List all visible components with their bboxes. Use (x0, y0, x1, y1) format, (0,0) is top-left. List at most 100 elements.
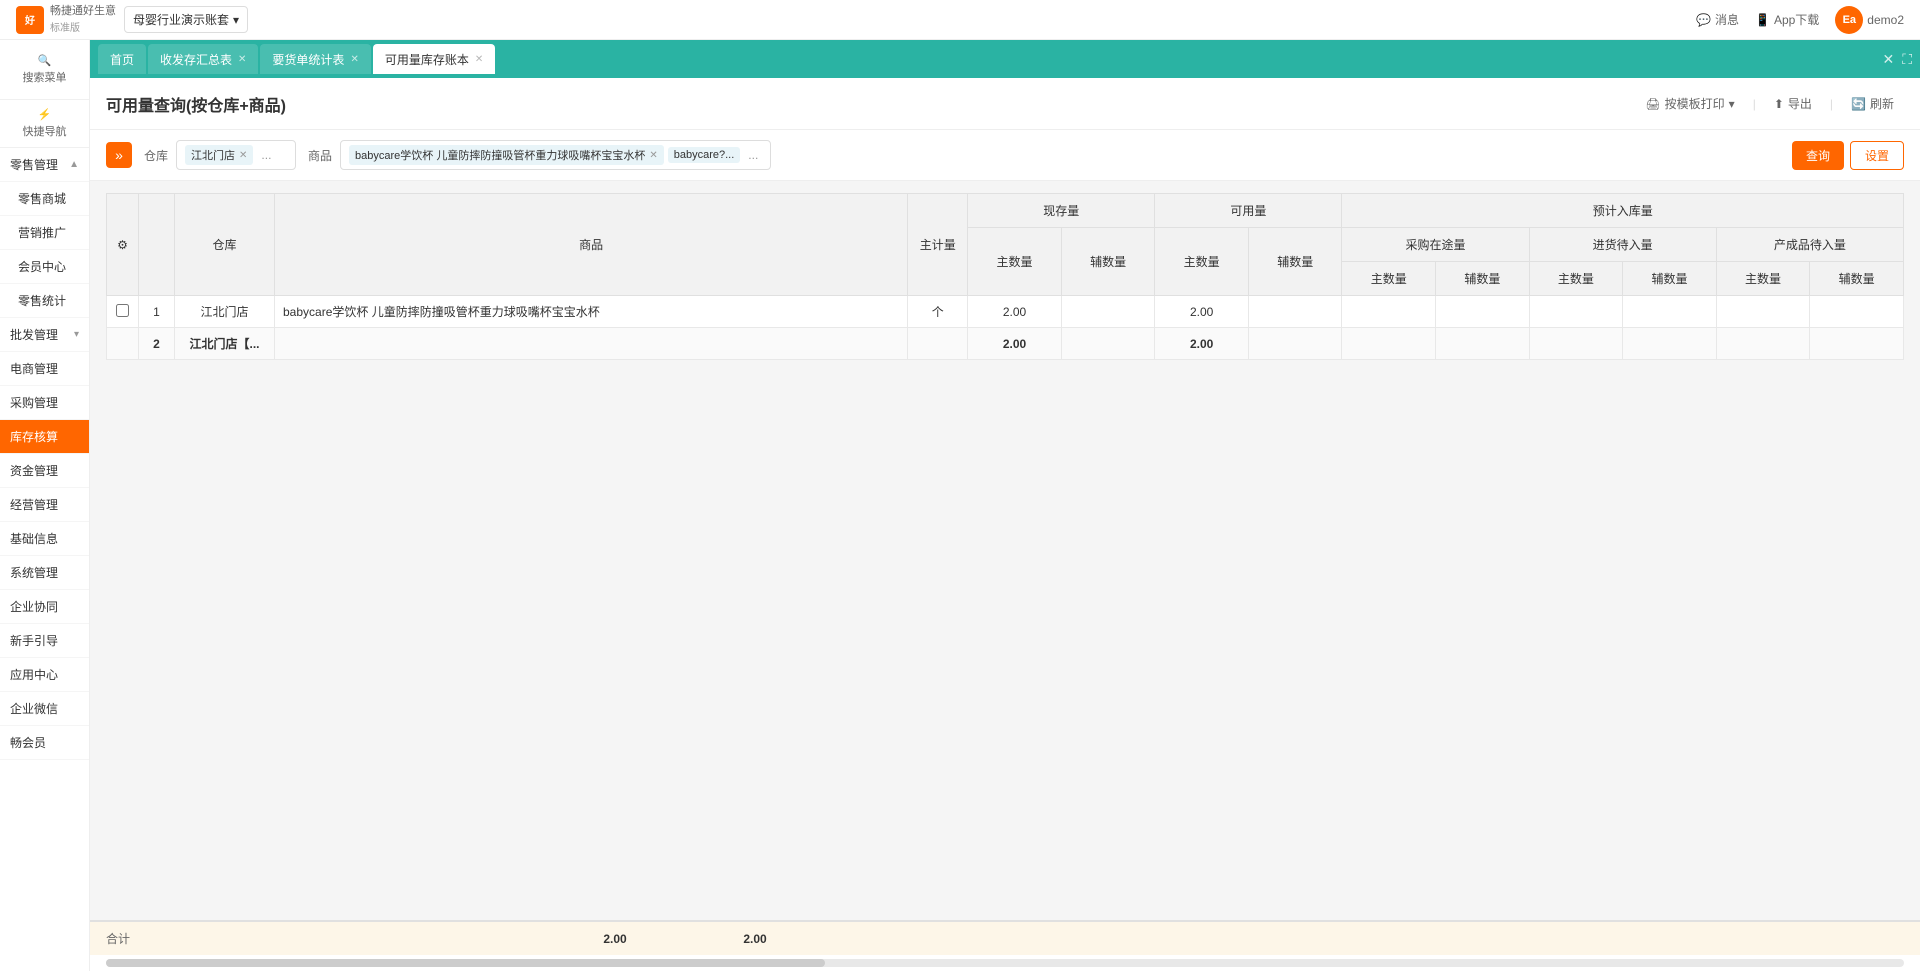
row2-warehouse: 江北门店【... (175, 328, 275, 360)
wholesale-label: 批发管理 (10, 326, 58, 343)
scrollbar-track[interactable] (106, 959, 1904, 967)
marketing-label: 营销推广 (18, 224, 66, 241)
th-incoming-main: 主数量 (1529, 262, 1623, 296)
chevron-right-icon: » (115, 147, 123, 163)
gear-icon[interactable]: ⚙ (117, 238, 128, 252)
data-table: ⚙ 仓库 商品 主计量 现存量 可用量 预计入库量 主数量 辅数 (106, 193, 1904, 360)
th-unit: 主计量 (908, 194, 968, 296)
finance-label: 资金管理 (10, 462, 58, 479)
export-label: 导出 (1788, 95, 1812, 112)
product-more-icon[interactable]: ... (744, 148, 762, 162)
th-settings: ⚙ (107, 194, 139, 296)
tab-receipt-summary[interactable]: 收发存汇总表 ✕ (148, 44, 258, 74)
close-receipt-tab-icon[interactable]: ✕ (238, 54, 246, 65)
sidebar-item-member[interactable]: 会员中心 (0, 250, 89, 284)
username: demo2 (1867, 13, 1904, 27)
sidebar-item-inventory[interactable]: 库存核算 (0, 420, 89, 454)
sidebar-search-area: 🔍 搜索菜单 (0, 40, 89, 100)
sidebar-item-app-center[interactable]: 应用中心 (0, 658, 89, 692)
warehouse-more-icon[interactable]: ... (257, 148, 275, 162)
filter-bar: » 仓库 江北门店 ✕ ... 商品 (90, 130, 1920, 181)
sidebar-item-wholesale[interactable]: 批发管理 ▾ (0, 318, 89, 352)
scrollbar-thumb[interactable] (106, 959, 825, 967)
row1-stock-sub (1061, 296, 1155, 328)
product-tag-close-icon[interactable]: ✕ (649, 150, 657, 161)
quick-nav-btn[interactable]: ⚡ 快捷导航 (0, 100, 89, 148)
row2-stock-main: 2.00 (968, 328, 1062, 360)
sidebar-item-operations[interactable]: 经营管理 (0, 488, 89, 522)
th-forecast-group: 预计入库量 (1342, 194, 1904, 228)
app-download-btn[interactable]: 📱 App下载 (1755, 11, 1819, 28)
sidebar: 🔍 搜索菜单 ⚡ 快捷导航 零售管理 ▲ 零售商城 营销推广 会员中心 零售统计… (0, 40, 90, 971)
th-available-main-1: 主数量 (1155, 228, 1249, 296)
row1-no: 1 (139, 296, 175, 328)
row1-incoming-main (1529, 296, 1623, 328)
sidebar-item-enterprise-wechat[interactable]: 企业微信 (0, 692, 89, 726)
sidebar-item-vip-member[interactable]: 畅会员 (0, 726, 89, 760)
warehouse-filter-input[interactable]: 江北门店 ✕ ... (176, 140, 296, 170)
row1-product: babycare学饮杯 儿童防摔防撞吸管杯重力球吸嘴杯宝宝水杯 (275, 296, 908, 328)
sidebar-item-enterprise[interactable]: 企业协同 (0, 590, 89, 624)
sidebar-item-onboarding[interactable]: 新手引导 (0, 624, 89, 658)
tab-order-stats[interactable]: 要货单统计表 ✕ (260, 44, 370, 74)
divider-1: | (1753, 97, 1756, 111)
export-btn[interactable]: ⬆ 导出 (1764, 90, 1822, 117)
refresh-btn[interactable]: 🔄 刷新 (1841, 90, 1904, 117)
retail-stats-label: 零售统计 (18, 292, 66, 309)
system-label: 系统管理 (10, 564, 58, 581)
message-icon: 💬 (1696, 13, 1711, 27)
nav-icon: ⚡ (38, 108, 52, 121)
sidebar-item-basic[interactable]: 基础信息 (0, 522, 89, 556)
query-btn[interactable]: 查询 (1792, 141, 1844, 170)
th-incoming-sub: 辅数量 (1623, 262, 1717, 296)
search-icon: 🔍 (38, 54, 52, 67)
warehouse-tag-value: 江北门店 (191, 147, 235, 163)
row1-purchase-main (1342, 296, 1436, 328)
tab-home[interactable]: 首页 (98, 44, 146, 74)
main-layout: 🔍 搜索菜单 ⚡ 快捷导航 零售管理 ▲ 零售商城 营销推广 会员中心 零售统计… (0, 40, 1920, 971)
print-label: 按模板打印 (1665, 95, 1725, 112)
close-stock-tab-icon[interactable]: ✕ (475, 54, 483, 65)
sidebar-item-system[interactable]: 系统管理 (0, 556, 89, 590)
footer-label: 合计 (106, 930, 130, 947)
setting-btn[interactable]: 设置 (1850, 141, 1904, 170)
close-order-tab-icon[interactable]: ✕ (350, 54, 358, 65)
product-tag-1: babycare学饮杯 儿童防摔防撞吸管杯重力球吸嘴杯宝宝水杯 ✕ (349, 145, 664, 165)
sidebar-item-retail-stats[interactable]: 零售统计 (0, 284, 89, 318)
row2-available-sub (1248, 328, 1342, 360)
member-label: 会员中心 (18, 258, 66, 275)
sidebar-item-purchase[interactable]: 采购管理 (0, 386, 89, 420)
row2-purchase-sub (1436, 328, 1530, 360)
filter-toggle-btn[interactable]: » (106, 142, 132, 168)
divider-2: | (1830, 97, 1833, 111)
sidebar-item-finance[interactable]: 资金管理 (0, 454, 89, 488)
print-btn[interactable]: 🖨 按模板打印 ▾ (1635, 90, 1744, 117)
row1-check-input[interactable] (116, 304, 129, 317)
search-menu-btn[interactable]: 🔍 搜索菜单 (8, 48, 81, 91)
app-icon: 📱 (1755, 13, 1770, 27)
industry-selector[interactable]: 母婴行业演示账套 ▾ (124, 6, 248, 33)
tab-home-label: 首页 (110, 51, 134, 68)
th-incoming: 进货待入量 (1529, 228, 1716, 262)
basic-label: 基础信息 (10, 530, 58, 547)
warehouse-tag-close-icon[interactable]: ✕ (239, 150, 247, 161)
row2-checkbox (107, 328, 139, 360)
row1-checkbox[interactable] (107, 296, 139, 328)
row2-stock-sub (1061, 328, 1155, 360)
user-menu[interactable]: Ea demo2 (1835, 6, 1904, 34)
sidebar-item-marketing[interactable]: 营销推广 (0, 216, 89, 250)
sidebar-item-retail-shop[interactable]: 零售商城 (0, 182, 89, 216)
sidebar-item-ecommerce[interactable]: 电商管理 (0, 352, 89, 386)
product-filter-input[interactable]: babycare学饮杯 儿童防摔防撞吸管杯重力球吸嘴杯宝宝水杯 ✕ babyca… (340, 140, 771, 170)
page-title: 可用量查询(按仓库+商品) (106, 92, 286, 116)
message-btn[interactable]: 💬 消息 (1696, 11, 1739, 28)
row2-incoming-sub (1623, 328, 1717, 360)
expand-icon[interactable]: ⛶ (1902, 51, 1912, 68)
row2-incoming-main (1529, 328, 1623, 360)
table-row: 1 江北门店 babycare学饮杯 儿童防摔防撞吸管杯重力球吸嘴杯宝宝水杯 个… (107, 296, 1904, 328)
close-all-tabs-icon[interactable]: ✕ (1882, 51, 1894, 68)
logo-text-area: 畅捷通好生意 标准版 (50, 5, 116, 33)
chevron-icon-2: ▾ (74, 329, 79, 340)
tab-available-stock[interactable]: 可用量库存账本 ✕ (373, 44, 495, 74)
sidebar-item-retail[interactable]: 零售管理 ▲ (0, 148, 89, 182)
